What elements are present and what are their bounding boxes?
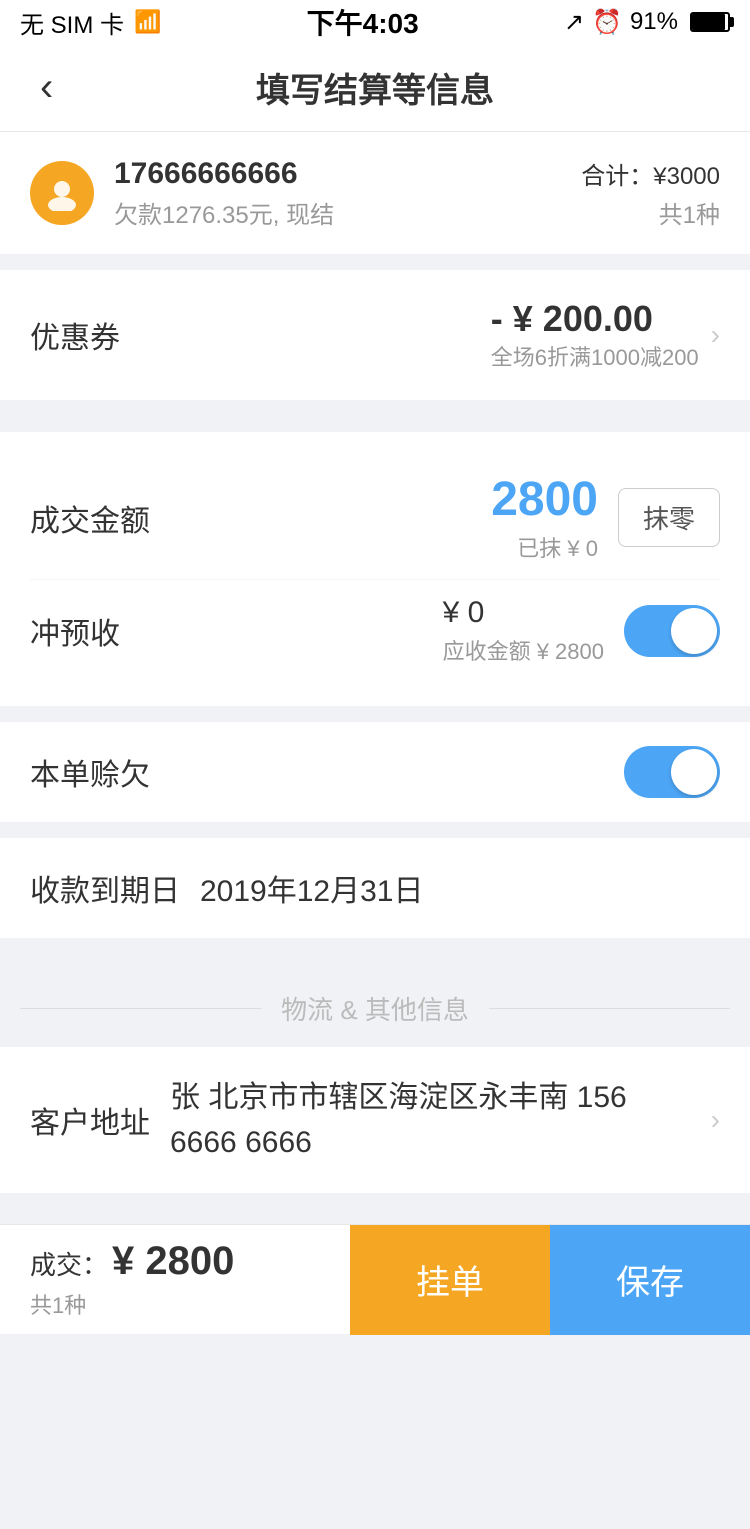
customer-left: 17666666666 欠款1276.35元, 现结	[30, 157, 334, 230]
back-button[interactable]: ‹	[30, 55, 63, 120]
section-divider-2	[0, 706, 750, 722]
customer-info: 17666666666 欠款1276.35元, 现结	[114, 157, 334, 230]
deal-amount-row: 成交金额 2800 已抹 ¥ 0 抹零	[30, 456, 720, 580]
prepay-value: ¥ 0	[443, 596, 604, 630]
total-count: 共1种	[581, 195, 720, 230]
write-off-label: 本单赊欠	[30, 750, 150, 794]
page-title: 填写结算等信息	[256, 63, 494, 112]
amount-section: 成交金额 2800 已抹 ¥ 0 抹零 冲预收 ¥ 0 应收金额 ¥ 2800	[0, 432, 750, 706]
coupon-discount: - ¥ 200.00	[491, 298, 699, 340]
coupon-info: - ¥ 200.00 全场6折满1000减200	[491, 298, 699, 372]
prepay-label: 冲预收	[30, 609, 120, 653]
prepay-row: 冲预收 ¥ 0 应收金额 ¥ 2800	[30, 580, 720, 682]
round-button[interactable]: 抹零	[618, 488, 720, 547]
save-button[interactable]: 保存	[550, 1225, 750, 1335]
alarm-icon: ⏰	[592, 8, 622, 37]
due-date-value: 2019年12月31日	[200, 866, 423, 910]
address-value: 张 北京市市辖区海淀区永丰南 156 6666 6666	[150, 1075, 711, 1165]
coupon-right: - ¥ 200.00 全场6折满1000减200 ›	[491, 298, 720, 372]
hang-button[interactable]: 挂单	[350, 1225, 550, 1335]
wifi-icon: 📶	[134, 9, 161, 35]
deal-amount-right: 2800 已抹 ¥ 0 抹零	[491, 472, 720, 563]
bottom-deal-label: 成交：	[30, 1245, 108, 1282]
section-divider-4	[0, 954, 750, 970]
avatar	[30, 161, 94, 225]
address-section[interactable]: 客户地址 张 北京市市辖区海淀区永丰南 156 6666 6666 ›	[0, 1047, 750, 1193]
logistics-line-right	[489, 1008, 730, 1009]
coupon-desc: 全场6折满1000减200	[491, 340, 699, 372]
prepay-right: ¥ 0 应收金额 ¥ 2800	[443, 596, 720, 666]
location-icon: ↗	[564, 8, 584, 37]
bottom-amount: ¥ 2800	[112, 1239, 234, 1284]
prepay-sub: 应收金额 ¥ 2800	[443, 634, 604, 666]
deal-amount-value-wrap: 2800 已抹 ¥ 0	[491, 472, 598, 563]
logistics-divider: 物流 & 其他信息	[0, 970, 750, 1047]
battery-icon	[690, 12, 730, 32]
customer-phone: 17666666666	[114, 157, 334, 191]
status-left: 无 SIM 卡 📶	[20, 5, 161, 40]
write-off-section: 本单赊欠	[0, 722, 750, 822]
toggle-thumb	[671, 608, 717, 654]
customer-right: 合计：¥3000 共1种	[581, 156, 720, 230]
logistics-label: 物流 & 其他信息	[281, 990, 469, 1027]
customer-subtext: 欠款1276.35元, 现结	[114, 195, 334, 230]
deal-amount-value: 2800	[491, 472, 598, 527]
section-divider-1	[0, 416, 750, 432]
write-off-toggle-thumb	[671, 749, 717, 795]
bottom-info: 成交： ¥ 2800 共1种	[0, 1239, 350, 1320]
address-label: 客户地址	[30, 1098, 150, 1142]
status-time: 下午4:03	[307, 2, 419, 42]
address-chevron-icon: ›	[711, 1104, 720, 1136]
write-off-toggle[interactable]	[624, 746, 720, 798]
total-label: 合计：¥3000	[581, 156, 720, 191]
customer-row: 17666666666 欠款1276.35元, 现结 合计：¥3000 共1种	[0, 132, 750, 254]
bottom-bar: 成交： ¥ 2800 共1种 挂单 保存	[0, 1224, 750, 1334]
deal-amount-label: 成交金额	[30, 496, 150, 540]
chevron-right-icon: ›	[711, 319, 720, 351]
due-date-label: 收款到期日	[30, 866, 180, 910]
coupon-label: 优惠券	[30, 313, 120, 357]
carrier-text: 无 SIM 卡	[20, 5, 124, 40]
section-divider-3	[0, 822, 750, 838]
battery-text: 91%	[630, 8, 678, 36]
status-right: ↗ ⏰ 91%	[564, 8, 730, 37]
deal-amount-sub: 已抹 ¥ 0	[491, 531, 598, 563]
logistics-line-left	[20, 1008, 261, 1009]
nav-bar: ‹ 填写结算等信息	[0, 44, 750, 132]
prepay-value-wrap: ¥ 0 应收金额 ¥ 2800	[443, 596, 604, 666]
bottom-deal-row: 成交： ¥ 2800	[30, 1239, 320, 1284]
prepay-toggle[interactable]	[624, 605, 720, 657]
due-date-section: 收款到期日 2019年12月31日	[0, 838, 750, 938]
coupon-row[interactable]: 优惠券 - ¥ 200.00 全场6折满1000减200 ›	[0, 270, 750, 400]
status-bar: 无 SIM 卡 📶 下午4:03 ↗ ⏰ 91%	[0, 0, 750, 44]
bottom-count: 共1种	[30, 1288, 320, 1320]
